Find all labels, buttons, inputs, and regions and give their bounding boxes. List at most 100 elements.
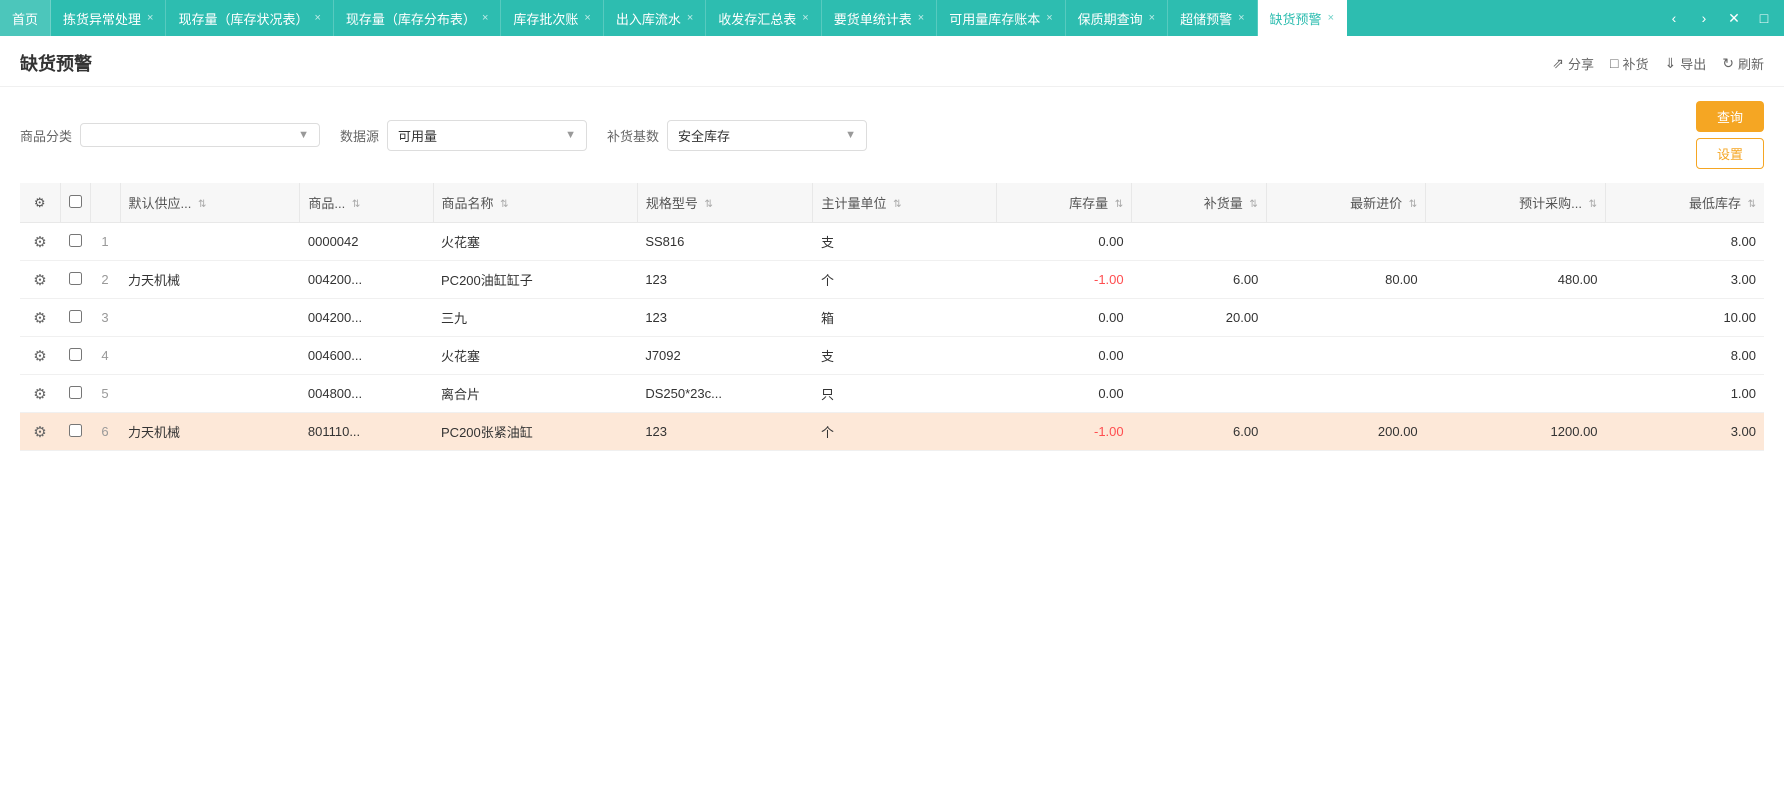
col-checkbox	[60, 183, 90, 223]
col-min-stock[interactable]: 最低库存 ⇅	[1606, 183, 1764, 223]
filter-datasource-group: 数据源 可用量 ▼	[340, 120, 587, 151]
row-replenish-qty: 6.00	[1132, 413, 1267, 451]
export-action[interactable]: ⇓ 导出	[1665, 54, 1707, 73]
gear-header-icon[interactable]: ⚙	[34, 195, 46, 210]
close-tab-flow[interactable]: ×	[687, 12, 693, 24]
tab-overstock[interactable]: 超储预警 ×	[1168, 0, 1257, 36]
col-latest-price-label: 最新进价	[1350, 196, 1402, 211]
col-min-stock-sort: ⇅	[1748, 199, 1756, 210]
row-checkbox[interactable]	[69, 386, 82, 399]
row-supplier: 力天机械	[120, 413, 300, 451]
datasource-select[interactable]: 可用量 ▼	[387, 120, 587, 151]
close-tab-shortage[interactable]: ×	[1328, 12, 1334, 24]
tab-expiry[interactable]: 保质期查询 ×	[1066, 0, 1168, 36]
row-gear-icon[interactable]: ⚙	[33, 424, 46, 441]
row-checkbox-cell	[60, 337, 90, 375]
row-gear-icon[interactable]: ⚙	[33, 348, 46, 365]
col-stock-sort: ⇅	[1115, 199, 1123, 210]
row-gear-cell: ⚙	[20, 413, 60, 451]
tab-available[interactable]: 可用量库存账本 ×	[937, 0, 1065, 36]
col-stock-label: 库存量	[1069, 196, 1108, 211]
datasource-select-arrow: ▼	[565, 129, 576, 141]
row-gear-icon[interactable]: ⚙	[33, 386, 46, 403]
row-latest-price: 200.00	[1266, 413, 1425, 451]
row-number: 2	[90, 261, 120, 299]
close-tab-batch-account[interactable]: ×	[584, 12, 590, 24]
row-checkbox[interactable]	[69, 234, 82, 247]
row-gear-icon[interactable]: ⚙	[33, 310, 46, 327]
row-stock: 0.00	[997, 223, 1132, 261]
col-est-purchase[interactable]: 预计采购... ⇅	[1426, 183, 1606, 223]
row-gear-icon[interactable]: ⚙	[33, 234, 46, 251]
tab-summary[interactable]: 收发存汇总表 ×	[706, 0, 821, 36]
tab-batch-account[interactable]: 库存批次账 ×	[501, 0, 603, 36]
col-unit-label: 主计量单位	[821, 196, 886, 211]
row-replenish-qty	[1132, 375, 1267, 413]
col-replenish-qty[interactable]: 补货量 ⇅	[1132, 183, 1267, 223]
nav-close-button[interactable]: ✕	[1720, 6, 1748, 30]
tab-inventory-dist[interactable]: 现存量（库存分布表） ×	[334, 0, 501, 36]
row-checkbox-cell	[60, 223, 90, 261]
close-tab-available[interactable]: ×	[1046, 12, 1052, 24]
row-checkbox[interactable]	[69, 424, 82, 437]
row-checkbox[interactable]	[69, 272, 82, 285]
col-spec[interactable]: 规格型号 ⇅	[637, 183, 813, 223]
row-product-name: 火花塞	[433, 337, 637, 375]
row-min-stock: 8.00	[1606, 223, 1764, 261]
nav-prev-button[interactable]: ‹	[1660, 6, 1688, 30]
replenish-select[interactable]: 安全库存 ▼	[667, 120, 867, 151]
data-table: ⚙ 默认供应... ⇅ 商品... ⇅ 商品名称	[20, 183, 1764, 451]
replenish-action[interactable]: □ 补货	[1610, 54, 1648, 73]
col-supplier[interactable]: 默认供应... ⇅	[120, 183, 300, 223]
col-product-code[interactable]: 商品... ⇅	[300, 183, 433, 223]
table-row: ⚙ 6 力天机械 801110... PC200张紧油缸 123 个 -1.00…	[20, 413, 1764, 451]
close-tab-summary[interactable]: ×	[802, 12, 808, 24]
close-tab-inventory-dist[interactable]: ×	[482, 12, 488, 24]
nav-fullscreen-button[interactable]: □	[1750, 6, 1778, 30]
row-replenish-qty	[1132, 337, 1267, 375]
page-header: 缺货预警 ⇗ 分享 □ 补货 ⇓ 导出 ↻ 刷新	[0, 36, 1784, 87]
tab-shortage[interactable]: 缺货预警 ×	[1258, 0, 1347, 36]
select-all-checkbox[interactable]	[69, 195, 82, 208]
table-row: ⚙ 1 0000042 火花塞 SS816 支 0.00 8.00	[20, 223, 1764, 261]
row-checkbox[interactable]	[69, 310, 82, 323]
row-gear-icon[interactable]: ⚙	[33, 272, 46, 289]
row-stock: -1.00	[997, 261, 1132, 299]
col-latest-price-sort: ⇅	[1409, 199, 1417, 210]
tab-picking[interactable]: 拣货异常处理 ×	[51, 0, 166, 36]
close-tab-picking[interactable]: ×	[147, 12, 153, 24]
tab-home[interactable]: 首页	[0, 0, 51, 36]
refresh-action[interactable]: ↻ 刷新	[1722, 54, 1764, 73]
query-button[interactable]: 查询	[1696, 101, 1764, 132]
row-checkbox[interactable]	[69, 348, 82, 361]
row-est-purchase	[1426, 375, 1606, 413]
col-min-stock-label: 最低库存	[1689, 196, 1741, 211]
tab-inventory-status[interactable]: 现存量（库存状况表） ×	[166, 0, 333, 36]
settings-button[interactable]: 设置	[1696, 138, 1764, 169]
tab-requisition[interactable]: 要货单统计表 ×	[822, 0, 937, 36]
close-tab-requisition[interactable]: ×	[918, 12, 924, 24]
row-stock: 0.00	[997, 337, 1132, 375]
nav-next-button[interactable]: ›	[1690, 6, 1718, 30]
col-stock[interactable]: 库存量 ⇅	[997, 183, 1132, 223]
col-unit[interactable]: 主计量单位 ⇅	[813, 183, 997, 223]
category-select-arrow: ▼	[298, 129, 309, 141]
row-number: 5	[90, 375, 120, 413]
row-product-code: 004600...	[300, 337, 433, 375]
col-latest-price[interactable]: 最新进价 ⇅	[1266, 183, 1425, 223]
row-product-name: PC200张紧油缸	[433, 413, 637, 451]
share-action[interactable]: ⇗ 分享	[1552, 54, 1594, 73]
row-spec: 123	[637, 413, 813, 451]
category-select[interactable]: ▼	[80, 123, 320, 147]
close-tab-overstock[interactable]: ×	[1238, 12, 1244, 24]
tab-flow[interactable]: 出入库流水 ×	[604, 0, 706, 36]
row-replenish-qty: 6.00	[1132, 261, 1267, 299]
close-tab-inventory-status[interactable]: ×	[314, 12, 320, 24]
row-stock: 0.00	[997, 299, 1132, 337]
row-gear-cell: ⚙	[20, 375, 60, 413]
row-checkbox-cell	[60, 413, 90, 451]
table-row: ⚙ 4 004600... 火花塞 J7092 支 0.00 8.00	[20, 337, 1764, 375]
close-tab-expiry[interactable]: ×	[1149, 12, 1155, 24]
col-product-name[interactable]: 商品名称 ⇅	[433, 183, 637, 223]
col-product-name-sort: ⇅	[500, 199, 508, 210]
